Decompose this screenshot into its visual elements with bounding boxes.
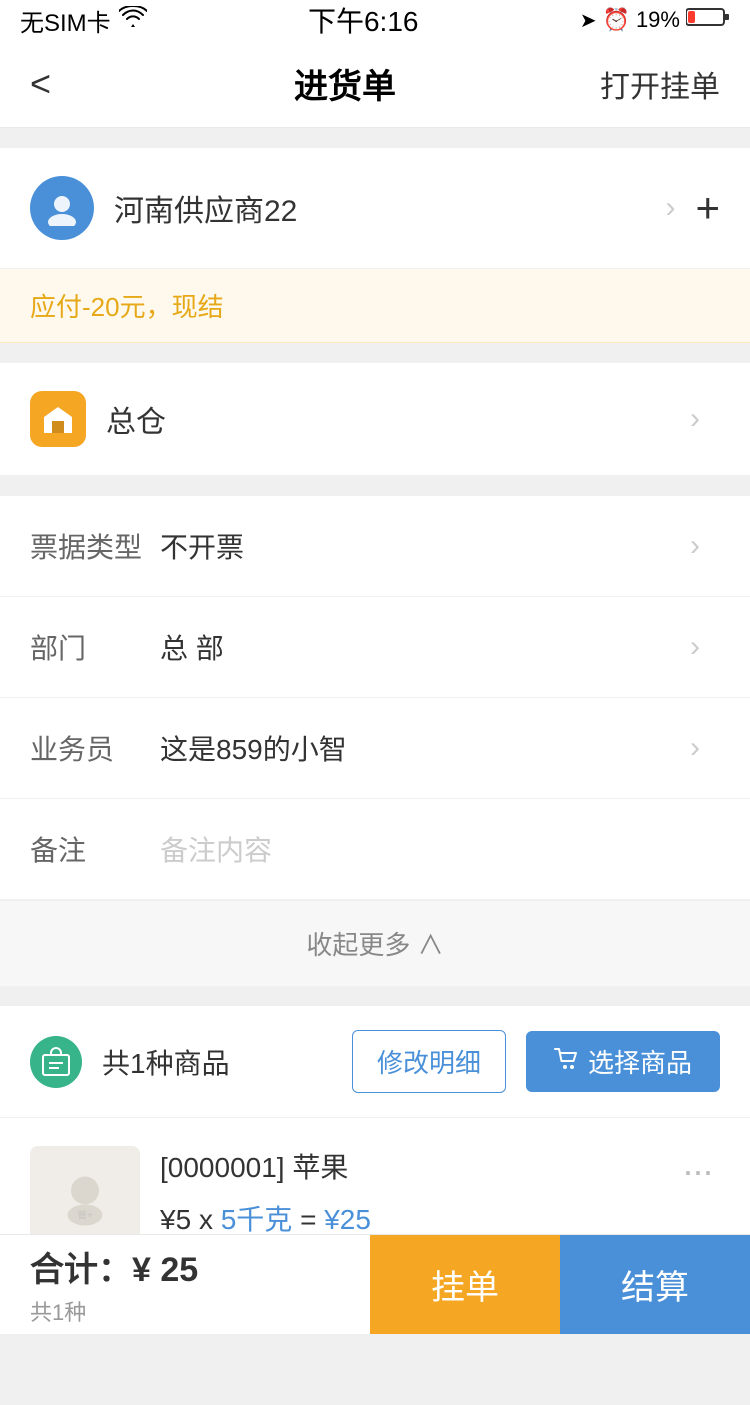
open-hang-button[interactable]: 打开挂单 <box>600 62 720 106</box>
total-amount-row: 合计：¥ 25 <box>30 1242 340 1291</box>
department-row[interactable]: 部门 总 部 › <box>0 597 750 698</box>
nav-bar: < 进货单 打开挂单 <box>0 40 750 128</box>
supplier-row[interactable]: 河南供应商22 › + <box>0 148 750 269</box>
invoice-row[interactable]: 票据类型 不开票 › <box>0 496 750 597</box>
product-price-row: ¥5 x 5千克 = ¥25 <box>160 1198 654 1238</box>
unit-price: ¥5 <box>160 1204 191 1235</box>
warehouse-chevron-icon: › <box>690 402 700 436</box>
battery-icon <box>686 7 730 33</box>
price-separator: x <box>199 1204 221 1235</box>
location-icon: ➤ <box>580 8 597 33</box>
equals-sign: = <box>300 1204 324 1235</box>
total-amount: ¥ 25 <box>132 1251 198 1289</box>
total-label: 合计： <box>30 1251 132 1289</box>
status-right: ➤ ⏰ 19% <box>580 7 730 33</box>
collapse-button[interactable]: 收起更多 ∧ <box>0 900 750 986</box>
supplier-section: 河南供应商22 › + 应付-20元，现结 <box>0 148 750 343</box>
footer-total: 合计：¥ 25 共1种 <box>0 1235 370 1334</box>
salesman-value: 这是859的小智 <box>160 728 690 768</box>
total-count: 共1种 <box>30 1295 340 1327</box>
section-gap-2 <box>0 343 750 363</box>
select-product-button[interactable]: 选择商品 <box>526 1031 720 1092</box>
section-gap-4 <box>0 986 750 1006</box>
products-icon <box>30 1036 82 1088</box>
form-section: 票据类型 不开票 › 部门 总 部 › 业务员 这是859的小智 › 备注 备注… <box>0 496 750 986</box>
warehouse-row[interactable]: 总仓 › <box>0 363 750 476</box>
wifi-icon <box>119 6 147 35</box>
warehouse-icon <box>30 391 86 447</box>
status-time: 下午6:16 <box>308 0 419 40</box>
total-price: ¥25 <box>324 1204 371 1235</box>
invoice-chevron-icon: › <box>690 529 700 563</box>
battery-percent: 19% <box>636 7 680 33</box>
quantity: 5千克 <box>221 1204 293 1235</box>
product-name: [0000001] 苹果 <box>160 1146 654 1186</box>
products-header: 共1种商品 修改明细 选择商品 <box>0 1006 750 1118</box>
cart-icon <box>554 1046 580 1077</box>
warehouse-name: 总仓 <box>106 397 690 441</box>
carrier-text: 无SIM卡 <box>20 3 111 38</box>
invoice-value: 不开票 <box>160 526 690 566</box>
department-chevron-icon: › <box>690 630 700 664</box>
section-gap-3 <box>0 476 750 496</box>
edit-detail-button[interactable]: 修改明细 <box>352 1030 506 1093</box>
hang-button[interactable]: 挂单 <box>370 1235 560 1334</box>
supplier-alert: 应付-20元，现结 <box>0 269 750 343</box>
supplier-chevron-icon: › <box>665 191 675 225</box>
checkout-button[interactable]: 结算 <box>560 1235 750 1334</box>
status-carrier: 无SIM卡 <box>20 3 147 38</box>
status-bar: 无SIM卡 下午6:16 ➤ ⏰ 19% <box>0 0 750 40</box>
remark-row[interactable]: 备注 备注内容 <box>0 799 750 900</box>
section-gap-1 <box>0 128 750 148</box>
remark-label: 备注 <box>30 829 160 869</box>
supplier-name: 河南供应商22 <box>114 186 665 230</box>
remark-input[interactable]: 备注内容 <box>160 829 720 869</box>
page-title: 进货单 <box>294 59 396 108</box>
salesman-row[interactable]: 业务员 这是859的小智 › <box>0 698 750 799</box>
product-info: [0000001] 苹果 ¥5 x 5千克 = ¥25 <box>160 1146 654 1238</box>
warehouse-section: 总仓 › <box>0 363 750 476</box>
select-product-label: 选择商品 <box>588 1043 692 1080</box>
product-title: 苹果 <box>292 1152 348 1183</box>
footer: 合计：¥ 25 共1种 挂单 结算 <box>0 1234 750 1334</box>
department-value: 总 部 <box>160 627 690 667</box>
back-button[interactable]: < <box>30 63 90 105</box>
svg-text:管+: 管+ <box>77 1209 93 1222</box>
supplier-avatar <box>30 176 94 240</box>
add-supplier-button[interactable]: + <box>695 187 720 229</box>
product-code: [0000001] <box>160 1152 292 1183</box>
products-count: 共1种商品 <box>102 1042 332 1082</box>
invoice-label: 票据类型 <box>30 526 160 566</box>
salesman-chevron-icon: › <box>690 731 700 765</box>
department-label: 部门 <box>30 627 160 667</box>
product-more-button[interactable]: ··· <box>674 1146 720 1196</box>
salesman-label: 业务员 <box>30 728 160 768</box>
alarm-icon: ⏰ <box>603 7 630 33</box>
